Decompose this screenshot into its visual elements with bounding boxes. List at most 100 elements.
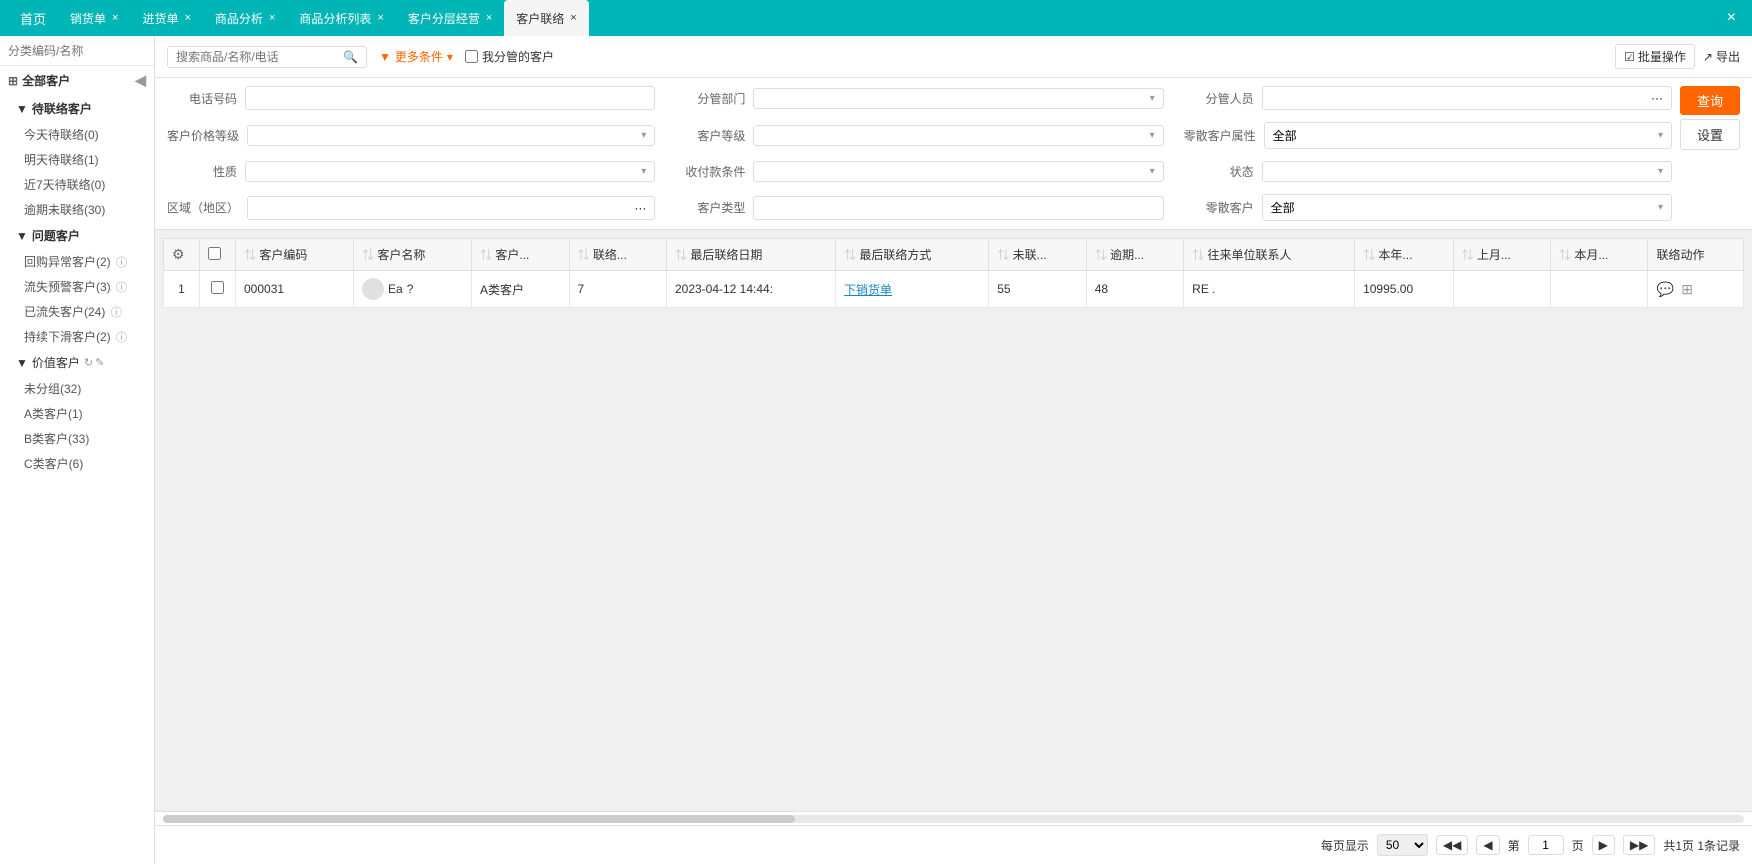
sidebar-item-7days-pending[interactable]: 近7天待联络(0) [0,172,154,197]
refresh-icon[interactable]: ↻ [84,356,93,369]
select-all-checkbox[interactable] [208,247,221,260]
page-number-input[interactable] [1528,835,1564,855]
scroll-thumb[interactable] [163,815,795,823]
checkbox-icon: ☑ [1624,50,1635,64]
problem-customers-header[interactable]: ▼ 问题客户 [0,222,154,249]
row-last-method: 下销货单 [835,271,988,308]
gear-icon[interactable]: ⚙ [172,246,185,262]
col-last-method: ⇅ 最后联络方式 [835,239,988,271]
search-icon[interactable]: 🔍 [343,50,358,64]
grid-action-icon[interactable]: ⊞ [1681,281,1693,297]
nav-home[interactable]: 首页 [8,9,58,28]
last-method-link[interactable]: 下销货单 [844,283,892,297]
nav-tab-analysis[interactable]: 商品分析 × [203,0,287,36]
sparse-select[interactable]: 全部 ▾ [1262,194,1672,221]
filter-customer-type: 客户类型 [675,196,1163,220]
sidebar-item-class-a[interactable]: A类客户(1) [0,401,154,426]
nav-tab-sales[interactable]: 销货单 × [58,0,130,36]
sidebar-collapse-btn[interactable]: ◀ [135,72,146,89]
close-purchase-tab[interactable]: × [184,12,190,24]
page-label: 第 [1508,837,1520,854]
row-checkbox[interactable] [211,281,224,294]
sidebar-item-overdue[interactable]: 逾期未联络(30) [0,197,154,222]
dept-select[interactable]: ▾ [753,88,1163,109]
ctype-input[interactable] [753,196,1163,220]
search-input[interactable] [176,50,339,64]
sidebar-all-customers-header[interactable]: ⊞ 全部客户 ◀ [0,66,154,95]
row-last-date: 2023-04-12 14:44: [666,271,835,308]
payment-select[interactable]: ▾ [753,161,1163,182]
close-customer-tier-tab[interactable]: × [486,12,492,24]
sidebar-item-class-c[interactable]: C类客户(6) [0,451,154,476]
page-total-label: 页 [1572,837,1584,854]
export-button[interactable]: ↗ 导出 [1703,48,1740,65]
close-analysis-tab[interactable]: × [269,12,275,24]
manager-select[interactable]: ··· [1262,86,1672,110]
info-icon-3: ⓘ [111,307,122,319]
col-icon-6: ⇅ [844,248,856,262]
per-page-select[interactable]: 50 100 200 [1377,834,1428,856]
prev-page-btn[interactable]: ◀ [1476,835,1499,855]
price-select[interactable]: ▾ [247,125,655,146]
query-button[interactable]: 查询 [1680,86,1740,115]
phone-input[interactable] [245,86,655,110]
sidebar-item-unclassified[interactable]: 未分组(32) [0,376,154,401]
nav-tab-customer-contact[interactable]: 客户联络 × [504,0,588,36]
sidebar-item-repurchase-abnormal[interactable]: 回购异常客户(2) ⓘ [0,249,154,274]
row-contact-count: 7 [569,271,666,308]
pagination-bar: 每页显示 50 100 200 ◀◀ ◀ 第 页 ▶ ▶▶ 共1页 1条记录 [155,825,1752,864]
region-select[interactable]: ··· [247,196,655,220]
close-all-tabs[interactable]: × [1719,9,1744,27]
chat-action-icon[interactable]: 💬 [1656,281,1673,297]
filter-row-1: 电话号码 分管部门 ▾ 分管人员 [167,86,1672,110]
horizontal-scrollbar [155,811,1752,825]
filter-more-btn[interactable]: ▼ 更多条件 ▾ [379,48,453,65]
my-customers-checkbox[interactable]: 我分管的客户 [465,48,554,65]
close-sales-tab[interactable]: × [112,12,118,24]
customer-avatar [362,278,384,300]
edit-icon[interactable]: ✎ [95,356,104,369]
col-this-year: ⇅ 本年... [1355,239,1453,271]
col-icon-9: ⇅ [1192,248,1204,262]
col-icon-5: ⇅ [675,248,687,262]
all-customers-label: 全部客户 [22,72,70,89]
nav-tab-purchase[interactable]: 进货单 × [130,0,202,36]
batch-ops-button[interactable]: ☑ 批量操作 [1615,44,1695,69]
status-select[interactable]: ▾ [1262,161,1672,182]
my-customers-check[interactable] [465,50,478,63]
sparse-attr-select[interactable]: 全部 ▾ [1264,122,1672,149]
filter-row-2: 客户价格等级 ▾ 客户等级 ▾ [167,122,1672,149]
scroll-track[interactable] [163,815,1744,823]
sidebar-item-churn-warning[interactable]: 流失预警客户(3) ⓘ [0,274,154,299]
sidebar-item-declining[interactable]: 持续下滑客户(2) ⓘ [0,324,154,349]
pending-contact-header[interactable]: ▼ 待联络客户 [0,95,154,122]
close-analysis-list-tab[interactable]: × [377,12,383,24]
sidebar-item-tomorrow-pending[interactable]: 明天待联络(1) [0,147,154,172]
first-page-btn[interactable]: ◀◀ [1436,835,1468,855]
sidebar-item-today-pending[interactable]: 今天待联络(0) [0,122,154,147]
export-icon: ↗ [1703,50,1713,64]
table-row: 1 000031 Ea ? [164,271,1744,308]
nature-select[interactable]: ▾ [245,161,655,182]
filter-sparse-attr: 零散客户属性 全部 ▾ [1184,122,1672,149]
table-container: ⚙ ⇅ 客户编码 ⇅ 客户名称 [155,230,1752,811]
filter-icon: ▼ [379,50,391,64]
filter-dept: 分管部门 ▾ [675,88,1163,109]
next-page-btn[interactable]: ▶ [1592,835,1615,855]
filter-row-4: 区域（地区） ··· 客户类型 零散客户 [167,194,1672,221]
last-page-btn[interactable]: ▶▶ [1623,835,1655,855]
sidebar-item-churned[interactable]: 已流失客户(24) ⓘ [0,299,154,324]
settings-button[interactable]: 设置 [1680,119,1740,150]
nav-tab-customer-tier[interactable]: 客户分层经营 × [396,0,504,36]
sidebar-search-input[interactable] [8,44,155,58]
row-type: A类客户 [472,271,569,308]
close-customer-contact-tab[interactable]: × [570,12,576,24]
value-customers-header[interactable]: ▼ 价值客户 ↻ ✎ [0,349,154,376]
col-type: ⇅ 客户... [472,239,569,271]
sidebar-item-class-b[interactable]: B类客户(33) [0,426,154,451]
level-select[interactable]: ▾ [753,125,1163,146]
nav-tab-analysis-list[interactable]: 商品分析列表 × [287,0,395,36]
sidebar: 🔍 ⊞ 全部客户 ◀ ▼ 待联络客户 今天待联络(0) 明天待联络(1) 近7天… [0,36,155,864]
col-icon-11: ⇅ [1462,248,1474,262]
top-actions: ☑ 批量操作 ↗ 导出 [1615,44,1740,69]
